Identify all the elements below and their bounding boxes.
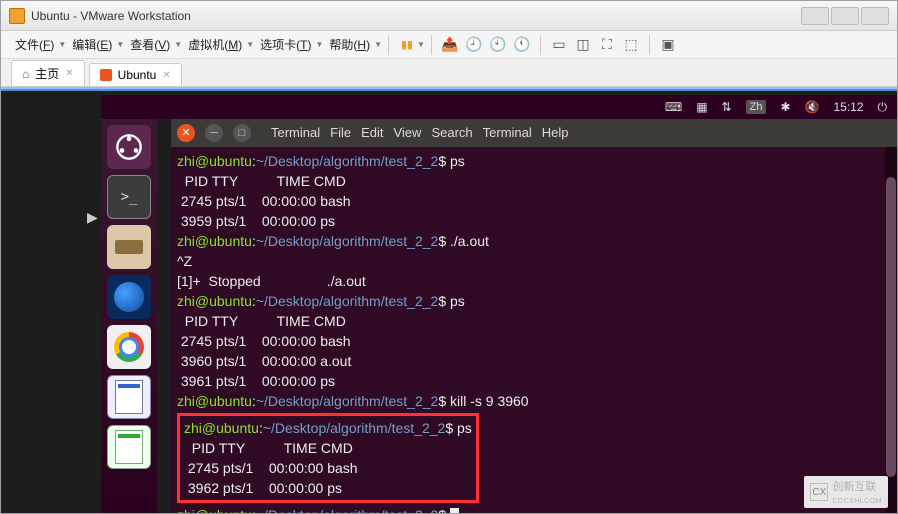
terminal-menubar: Terminal File Edit View Search Terminal … xyxy=(271,123,569,143)
launcher-chrome[interactable] xyxy=(107,325,151,369)
menu-vm[interactable]: 虚拟机(M) xyxy=(182,32,248,57)
snapshot-revert-icon[interactable]: 🕚 xyxy=(512,35,532,55)
send-ctrlaltdel-icon[interactable]: 📤 xyxy=(440,35,460,55)
vmware-icon xyxy=(9,8,25,24)
menubar: 文件(F)▼ 编辑(E)▼ 查看(V)▼ 虚拟机(M)▼ 选项卡(T)▼ 帮助(… xyxy=(1,31,897,59)
view-unity-icon[interactable]: ⬚ xyxy=(621,35,641,55)
keyboard-icon[interactable]: ⌨ xyxy=(665,100,682,114)
vm-viewport[interactable]: ⌨ ▦ ⇅ Zh ✱ 🔇 15:12 ⏻ ▶ ✕ ─ □ xyxy=(1,87,897,513)
session-icon[interactable]: ⏻ xyxy=(878,100,888,115)
terminal-menu-terminal[interactable]: Terminal xyxy=(271,123,320,143)
watermark-sub: CDCXHLCOM xyxy=(832,498,882,505)
terminal-titlebar: ✕ ─ □ Terminal File Edit View Search Ter… xyxy=(171,119,897,147)
input-method-indicator[interactable]: Zh xyxy=(746,100,767,114)
view-console-icon[interactable]: ▭ xyxy=(549,35,569,55)
launcher-dash[interactable] xyxy=(107,125,151,169)
tab-ubuntu-label: Ubuntu xyxy=(118,68,157,82)
window-controls xyxy=(801,7,889,25)
view-split-icon[interactable]: ◫ xyxy=(573,35,593,55)
terminal-menu-search[interactable]: Search xyxy=(431,123,472,143)
menu-edit[interactable]: 编辑(E) xyxy=(66,32,118,57)
close-icon[interactable]: ✕ xyxy=(162,70,170,81)
menu-help[interactable]: 帮助(H) xyxy=(323,32,376,57)
terminal-menu-terminal2[interactable]: Terminal xyxy=(483,123,532,143)
host-titlebar: Ubuntu - VMware Workstation xyxy=(1,1,897,31)
fullscreen-icon[interactable]: ▣ xyxy=(658,35,678,55)
launcher-writer[interactable] xyxy=(107,375,151,419)
tab-home-label: 主页 xyxy=(35,65,59,82)
terminal-menu-file[interactable]: File xyxy=(330,123,351,143)
unity-launcher: ▶ xyxy=(101,119,157,513)
minimize-button[interactable] xyxy=(801,7,829,25)
terminal-menu-edit[interactable]: Edit xyxy=(361,123,383,143)
tab-ubuntu[interactable]: Ubuntu ✕ xyxy=(89,63,182,86)
terminal-window[interactable]: ✕ ─ □ Terminal File Edit View Search Ter… xyxy=(171,119,897,513)
window-title: Ubuntu - VMware Workstation xyxy=(31,9,191,23)
terminal-body[interactable]: zhi@ubuntu:~/Desktop/algorithm/test_2_2$… xyxy=(171,147,897,513)
tabbar: ⌂ 主页 ✕ Ubuntu ✕ xyxy=(1,59,897,87)
launcher-files[interactable] xyxy=(107,225,151,269)
ubuntu-icon xyxy=(100,69,112,81)
maximize-button[interactable] xyxy=(831,7,859,25)
snapshot-manage-icon[interactable]: 🕙 xyxy=(488,35,508,55)
menu-view[interactable]: 查看(V) xyxy=(124,32,176,57)
watermark-brand: 创新互联 xyxy=(832,481,876,493)
pause-button[interactable]: ▮▮ xyxy=(397,35,417,55)
calendar-icon[interactable]: ▦ xyxy=(696,100,707,114)
snapshot-icon[interactable]: 🕘 xyxy=(464,35,484,55)
menu-tabs[interactable]: 选项卡(T) xyxy=(254,32,317,57)
bluetooth-icon[interactable]: ✱ xyxy=(780,100,790,114)
watermark: CX 创新互联 CDCXHLCOM xyxy=(804,476,888,508)
launcher-arrow-icon: ▶ xyxy=(87,209,98,226)
network-icon[interactable]: ⇅ xyxy=(722,100,732,114)
terminal-scrollbar[interactable] xyxy=(885,147,897,513)
menu-file[interactable]: 文件(F) xyxy=(9,32,60,57)
watermark-logo: CX xyxy=(810,483,828,501)
terminal-maximize-button[interactable]: □ xyxy=(233,124,251,142)
volume-icon[interactable]: 🔇 xyxy=(805,100,820,114)
home-icon: ⌂ xyxy=(22,67,29,81)
guest-topbar: ⌨ ▦ ⇅ Zh ✱ 🔇 15:12 ⏻ xyxy=(101,95,897,119)
terminal-menu-view[interactable]: View xyxy=(393,123,421,143)
launcher-firefox[interactable] xyxy=(107,275,151,319)
terminal-minimize-button[interactable]: ─ xyxy=(205,124,223,142)
close-icon[interactable]: ✕ xyxy=(65,68,73,79)
view-stretch-icon[interactable]: ⛶ xyxy=(597,35,617,55)
tab-home[interactable]: ⌂ 主页 ✕ xyxy=(11,60,85,86)
scrollbar-thumb[interactable] xyxy=(886,177,896,477)
clock[interactable]: 15:12 xyxy=(833,100,863,114)
launcher-calc[interactable] xyxy=(107,425,151,469)
close-button[interactable] xyxy=(861,7,889,25)
terminal-close-button[interactable]: ✕ xyxy=(177,124,195,142)
launcher-terminal[interactable] xyxy=(107,175,151,219)
terminal-menu-help[interactable]: Help xyxy=(542,123,569,143)
